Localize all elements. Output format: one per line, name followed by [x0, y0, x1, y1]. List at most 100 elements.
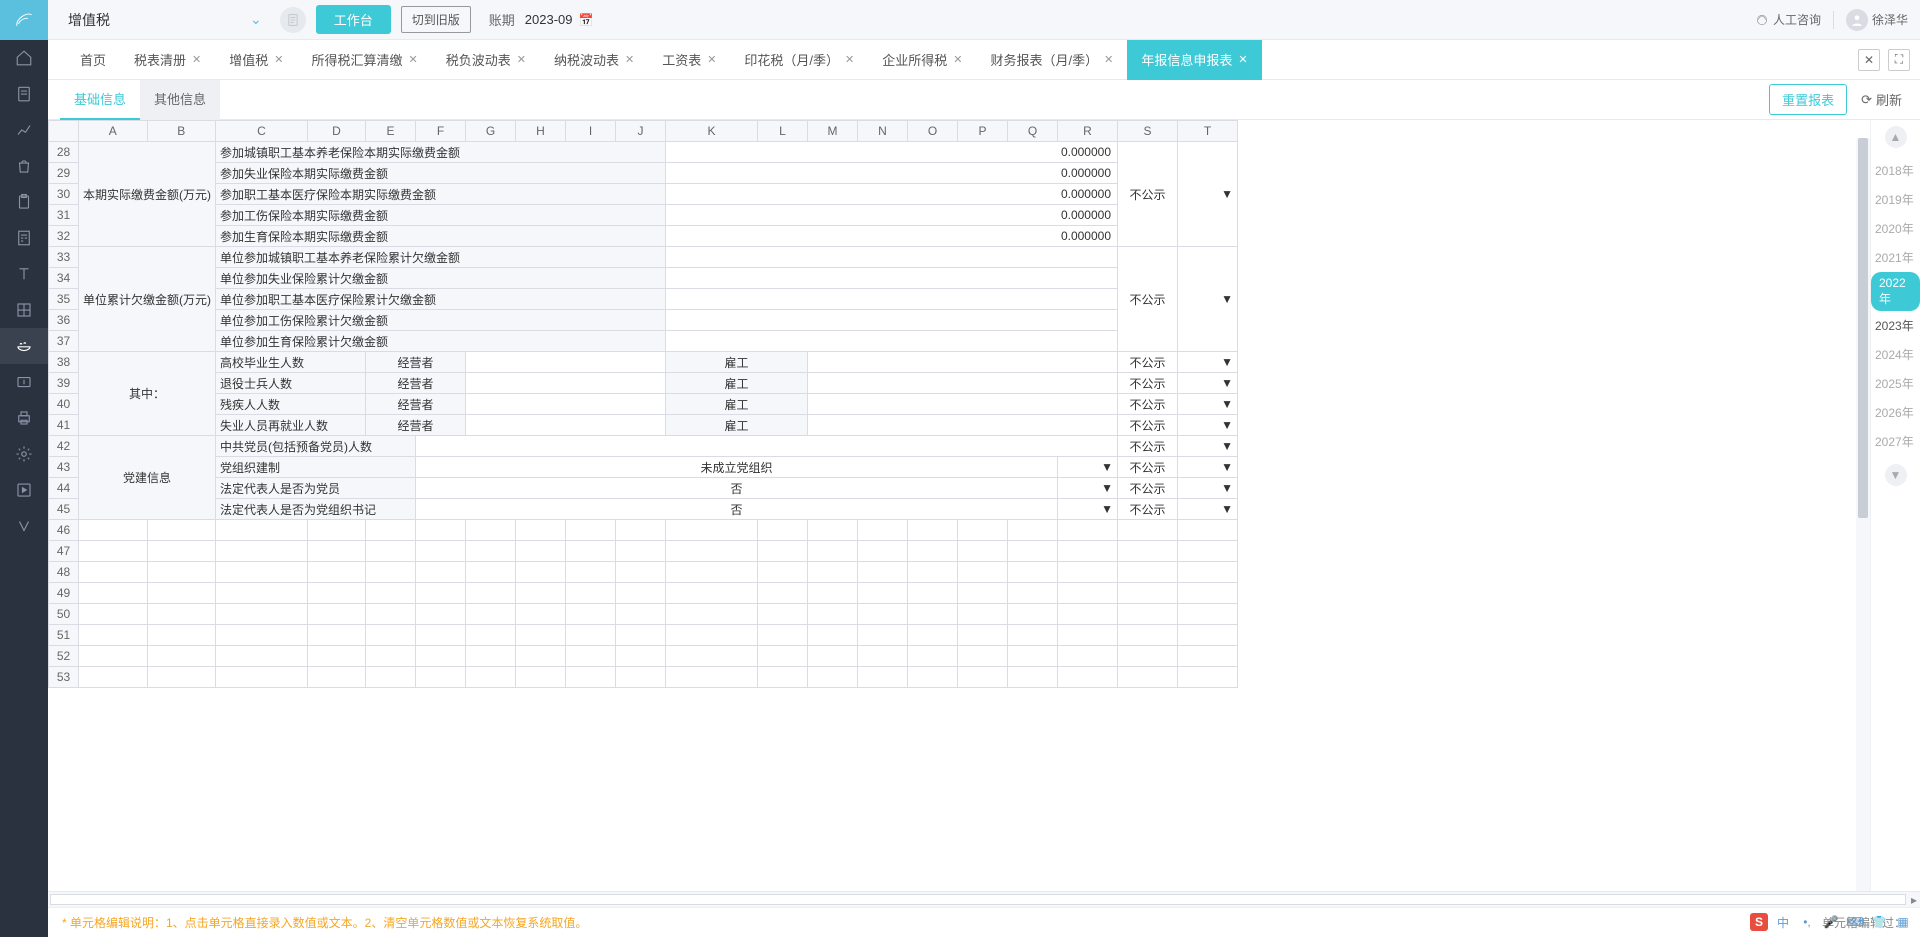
cell[interactable]	[1118, 541, 1178, 562]
cell[interactable]	[416, 667, 466, 688]
cell[interactable]	[666, 646, 758, 667]
nav-gear-icon[interactable]	[0, 436, 48, 472]
cell[interactable]	[147, 646, 216, 667]
cell[interactable]	[308, 562, 366, 583]
row-header[interactable]: 47	[49, 541, 79, 562]
cell[interactable]	[79, 667, 148, 688]
cell[interactable]	[616, 604, 666, 625]
year-2024年[interactable]: 2024年	[1871, 340, 1920, 369]
cell[interactable]	[147, 583, 216, 604]
cell[interactable]	[666, 583, 758, 604]
cell[interactable]	[808, 667, 858, 688]
dropdown-icon[interactable]: ▼	[1178, 478, 1238, 499]
switch-old-button[interactable]: 切到旧版	[401, 6, 471, 33]
cell[interactable]	[958, 541, 1008, 562]
cell[interactable]	[79, 646, 148, 667]
cell[interactable]	[616, 562, 666, 583]
row-header[interactable]: 39	[49, 373, 79, 394]
cell[interactable]	[216, 604, 308, 625]
col-header[interactable]: M	[808, 121, 858, 142]
dropdown-icon[interactable]: ▼	[1178, 457, 1238, 478]
cell[interactable]	[1118, 562, 1178, 583]
nav-home-icon[interactable]	[0, 40, 48, 76]
tab-2[interactable]: 增值税✕	[215, 40, 297, 80]
row-header[interactable]: 28	[49, 142, 79, 163]
cell[interactable]	[666, 562, 758, 583]
cell[interactable]	[308, 625, 366, 646]
tab-close-icon[interactable]: ✕	[707, 53, 716, 66]
cell[interactable]	[758, 604, 808, 625]
cell[interactable]	[808, 415, 1118, 436]
tab-8[interactable]: 企业所得税✕	[868, 40, 976, 80]
horizontal-scrollbar[interactable]: ◂ ▸	[48, 891, 1920, 907]
dropdown-icon[interactable]: ▼	[1178, 352, 1238, 373]
cell[interactable]	[216, 562, 308, 583]
row-header[interactable]: 34	[49, 268, 79, 289]
col-header[interactable]: O	[908, 121, 958, 142]
cell[interactable]	[808, 541, 858, 562]
row-header[interactable]: 46	[49, 520, 79, 541]
cell[interactable]	[758, 646, 808, 667]
tabs-close-all[interactable]: ✕	[1858, 49, 1880, 71]
refresh-button[interactable]: ⟳刷新	[1861, 90, 1902, 109]
year-up-button[interactable]: ▲	[1885, 126, 1907, 148]
cell[interactable]	[566, 583, 616, 604]
nav-chart-icon[interactable]	[0, 112, 48, 148]
cell[interactable]	[1008, 604, 1058, 625]
cell[interactable]	[1178, 562, 1238, 583]
cell[interactable]	[1008, 583, 1058, 604]
cell[interactable]	[1178, 667, 1238, 688]
col-header[interactable]	[49, 121, 79, 142]
row-header[interactable]: 36	[49, 310, 79, 331]
col-header[interactable]: S	[1118, 121, 1178, 142]
row-header[interactable]: 40	[49, 394, 79, 415]
ime-mic-icon[interactable]: 🎤	[1822, 913, 1840, 931]
cell[interactable]	[366, 667, 416, 688]
cell[interactable]	[858, 625, 908, 646]
subtab-other[interactable]: 其他信息	[140, 79, 220, 120]
cell-public[interactable]: 不公示	[1118, 394, 1178, 415]
cell[interactable]	[616, 541, 666, 562]
cell[interactable]	[908, 541, 958, 562]
cell[interactable]	[147, 667, 216, 688]
row-header[interactable]: 33	[49, 247, 79, 268]
cell[interactable]	[1008, 562, 1058, 583]
cell-public[interactable]: 不公示	[1118, 457, 1178, 478]
cell[interactable]	[366, 625, 416, 646]
dropdown-icon[interactable]: ▼	[1178, 142, 1238, 247]
consult-button[interactable]: 人工咨询	[1755, 11, 1821, 28]
cell[interactable]	[466, 646, 516, 667]
cell[interactable]	[79, 562, 148, 583]
year-2026年[interactable]: 2026年	[1871, 398, 1920, 427]
spreadsheet[interactable]: ABCDEFGHIJKLMNOPQRST28本期实际缴费金额(万元)参加城镇职工…	[48, 120, 1870, 891]
row-header[interactable]: 44	[49, 478, 79, 499]
cell[interactable]	[79, 604, 148, 625]
tab-9[interactable]: 财务报表（月/季）✕	[977, 40, 1128, 80]
period-value[interactable]: 2023-09	[525, 12, 573, 27]
cell[interactable]	[1118, 520, 1178, 541]
col-header[interactable]: G	[466, 121, 516, 142]
cell-public[interactable]: 不公示	[1118, 352, 1178, 373]
cell[interactable]	[1058, 583, 1118, 604]
tab-5[interactable]: 纳税波动表✕	[540, 40, 648, 80]
cell[interactable]	[858, 520, 908, 541]
cell[interactable]	[666, 667, 758, 688]
cell[interactable]	[366, 520, 416, 541]
cell[interactable]	[366, 541, 416, 562]
cell[interactable]	[858, 583, 908, 604]
dropdown-icon[interactable]: ▼	[1178, 415, 1238, 436]
cell[interactable]	[466, 562, 516, 583]
cell[interactable]	[566, 625, 616, 646]
col-header[interactable]: B	[147, 121, 216, 142]
cell[interactable]	[466, 625, 516, 646]
cell[interactable]	[1118, 646, 1178, 667]
cell[interactable]	[216, 583, 308, 604]
year-2019年[interactable]: 2019年	[1871, 185, 1920, 214]
cell[interactable]	[466, 541, 516, 562]
cell[interactable]	[758, 541, 808, 562]
col-header[interactable]: J	[616, 121, 666, 142]
cell[interactable]	[79, 625, 148, 646]
tab-close-icon[interactable]: ✕	[274, 53, 283, 66]
cell-value[interactable]	[666, 331, 1118, 352]
cell-value[interactable]: 0.000000	[666, 142, 1118, 163]
